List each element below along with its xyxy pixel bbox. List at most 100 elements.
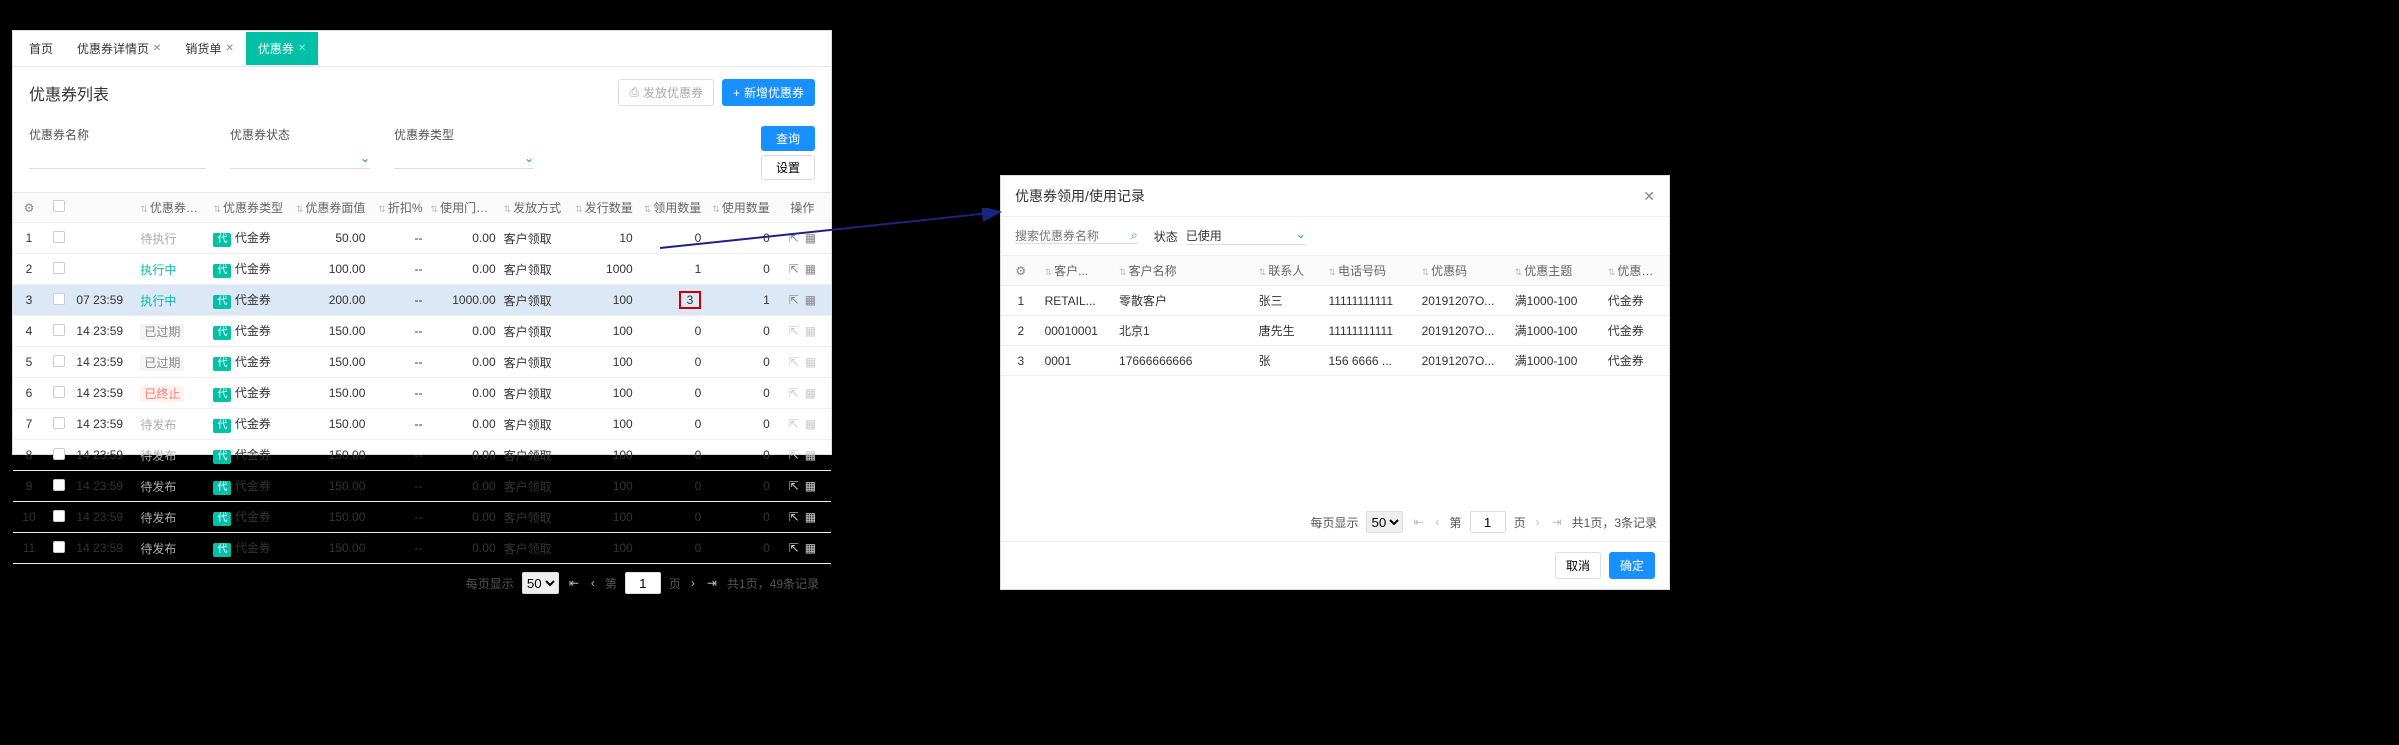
- add-coupon-button[interactable]: + 新增优惠券: [722, 79, 815, 106]
- d-prev-page-button[interactable]: ‹: [1434, 515, 1442, 529]
- row-claimed[interactable]: 0: [637, 223, 706, 254]
- col-status[interactable]: 优惠券状态: [150, 201, 210, 215]
- dcol-cust[interactable]: 客户...: [1054, 264, 1088, 278]
- cancel-button[interactable]: 取消: [1555, 552, 1601, 579]
- row-checkbox[interactable]: [53, 355, 65, 367]
- table-row[interactable]: 414 23:59已过期代 代金券150.00--0.00客户领取10000⇱▦: [13, 316, 831, 347]
- dcol-ctype[interactable]: 优惠券类: [1617, 264, 1665, 278]
- row-checkbox[interactable]: [53, 417, 65, 429]
- filter-name-input[interactable]: [29, 147, 206, 169]
- query-button[interactable]: 查询: [761, 126, 815, 151]
- close-icon[interactable]: ✕: [1643, 188, 1655, 205]
- dcol-custname[interactable]: 客户名称: [1129, 264, 1177, 278]
- row-issued: 1000: [568, 254, 637, 285]
- search-icon[interactable]: ⌕: [1131, 228, 1138, 243]
- table-row[interactable]: 1114 23:59待发布代 代金券150.00--0.00客户领取10000⇱…: [13, 533, 831, 564]
- row-claimed[interactable]: 0: [637, 533, 706, 564]
- filter-type-select[interactable]: ⌄: [394, 147, 534, 169]
- next-page-button[interactable]: ›: [689, 576, 697, 590]
- search-coupon-input[interactable]: [1015, 229, 1125, 243]
- col-method[interactable]: 发放方式: [513, 201, 561, 215]
- table-row[interactable]: 1RETAIL...零散客户张三1111111111120191207O...满…: [1001, 286, 1669, 316]
- row-checkbox[interactable]: [53, 448, 65, 460]
- select-all-checkbox[interactable]: [53, 200, 65, 212]
- col-used[interactable]: 使用数量: [722, 201, 770, 215]
- row-claimed[interactable]: 0: [637, 316, 706, 347]
- col-issued[interactable]: 发行数量: [585, 201, 633, 215]
- ok-button[interactable]: 确定: [1609, 552, 1655, 579]
- state-select[interactable]: 已使用 ⌄: [1186, 227, 1306, 245]
- settings-button[interactable]: 设置: [761, 155, 815, 180]
- dcol-code[interactable]: 优惠码: [1431, 264, 1467, 278]
- table-row[interactable]: 614 23:59已终止代 代金券150.00--0.00客户领取10000⇱▦: [13, 378, 831, 409]
- row-face: 150.00: [289, 502, 369, 533]
- row-checkbox[interactable]: [53, 324, 65, 336]
- qr-icon[interactable]: ▦: [805, 231, 816, 245]
- close-icon[interactable]: ✕: [225, 43, 233, 54]
- table-row[interactable]: 307 23:59执行中代 代金券200.00--1000.00客户领取1003…: [13, 285, 831, 316]
- row-checkbox[interactable]: [53, 510, 65, 522]
- d-next-page-button[interactable]: ›: [1534, 515, 1542, 529]
- row-claimed[interactable]: 0: [637, 440, 706, 471]
- qr-icon[interactable]: ▦: [805, 262, 816, 276]
- row-checkbox[interactable]: [53, 541, 65, 553]
- filter-status-select[interactable]: ⌄: [230, 147, 370, 169]
- share-icon[interactable]: ⇱: [789, 231, 799, 245]
- table-row[interactable]: 714 23:59待发布代 代金券150.00--0.00客户领取10000⇱▦: [13, 409, 831, 440]
- row-claimed[interactable]: 3: [637, 285, 706, 316]
- last-page-button[interactable]: ⇥: [705, 576, 719, 590]
- per-page-select[interactable]: 50: [522, 572, 559, 594]
- tab-3[interactable]: 优惠券✕: [246, 32, 318, 65]
- issue-coupon-button[interactable]: ⎙ 发放优惠券: [618, 79, 714, 106]
- tab-1[interactable]: 优惠券详情页✕: [65, 32, 173, 65]
- table-row[interactable]: 200010001北京1唐先生1111111111120191207O...满1…: [1001, 316, 1669, 346]
- table-row[interactable]: 1014 23:59待发布代 代金券150.00--0.00客户领取10000⇱…: [13, 502, 831, 533]
- row-checkbox[interactable]: [53, 231, 65, 243]
- share-icon[interactable]: ⇱: [789, 262, 799, 276]
- d-last-page-button[interactable]: ⇥: [1550, 515, 1564, 529]
- share-icon[interactable]: ⇱: [789, 293, 799, 307]
- table-row[interactable]: 814 23:59待发布代 代金券150.00--0.00客户领取10000⇱▦: [13, 440, 831, 471]
- gear-icon[interactable]: ⚙: [1015, 264, 1026, 278]
- qr-icon[interactable]: ▦: [805, 293, 816, 307]
- prev-page-button[interactable]: ‹: [589, 576, 597, 590]
- row-threshold: 0.00: [427, 347, 500, 378]
- col-threshold[interactable]: 使用门槛...: [440, 201, 498, 215]
- row-threshold: 0.00: [427, 254, 500, 285]
- tab-2[interactable]: 销货单✕: [173, 32, 245, 65]
- col-face[interactable]: 优惠券面值: [305, 201, 365, 215]
- chevron-down-icon: ⌄: [360, 151, 370, 165]
- gear-icon[interactable]: ⚙: [24, 201, 35, 215]
- row-claimed[interactable]: 1: [637, 254, 706, 285]
- d-first-page-button[interactable]: ⇤: [1411, 515, 1425, 529]
- row-checkbox[interactable]: [53, 293, 65, 305]
- col-claimed[interactable]: 领用数量: [653, 201, 701, 215]
- close-icon[interactable]: ✕: [298, 43, 306, 54]
- row-checkbox[interactable]: [53, 479, 65, 491]
- dcol-topic[interactable]: 优惠主题: [1524, 264, 1572, 278]
- d-page-input[interactable]: [1470, 511, 1506, 533]
- claimed-count-highlighted[interactable]: 3: [679, 291, 702, 309]
- close-icon[interactable]: ✕: [153, 43, 161, 54]
- table-row[interactable]: 3000117666666666张156 6666 ...20191207O..…: [1001, 346, 1669, 376]
- row-checkbox[interactable]: [53, 262, 65, 274]
- col-type[interactable]: 优惠券类型: [223, 201, 283, 215]
- row-claimed[interactable]: 0: [637, 378, 706, 409]
- dcol-phone[interactable]: 电话号码: [1338, 264, 1386, 278]
- tab-0[interactable]: 首页: [17, 32, 65, 65]
- row-claimed[interactable]: 0: [637, 471, 706, 502]
- table-row[interactable]: 2执行中代 代金券100.00--0.00客户领取100010⇱▦: [13, 254, 831, 285]
- table-row[interactable]: 514 23:59已过期代 代金券150.00--0.00客户领取10000⇱▦: [13, 347, 831, 378]
- table-row[interactable]: 1待执行代 代金券50.00--0.00客户领取1000⇱▦: [13, 223, 831, 254]
- row-claimed[interactable]: 0: [637, 502, 706, 533]
- row-issued: 100: [568, 378, 637, 409]
- table-row[interactable]: 914 23:59待发布代 代金券150.00--0.00客户领取10000⇱▦: [13, 471, 831, 502]
- row-claimed[interactable]: 0: [637, 347, 706, 378]
- d-per-page-select[interactable]: 50: [1366, 511, 1403, 533]
- page-input[interactable]: [625, 572, 661, 594]
- first-page-button[interactable]: ⇤: [567, 576, 581, 590]
- dcol-contact[interactable]: 联系人: [1268, 264, 1304, 278]
- row-claimed[interactable]: 0: [637, 409, 706, 440]
- row-checkbox[interactable]: [53, 386, 65, 398]
- col-discount[interactable]: 折扣%: [388, 201, 423, 215]
